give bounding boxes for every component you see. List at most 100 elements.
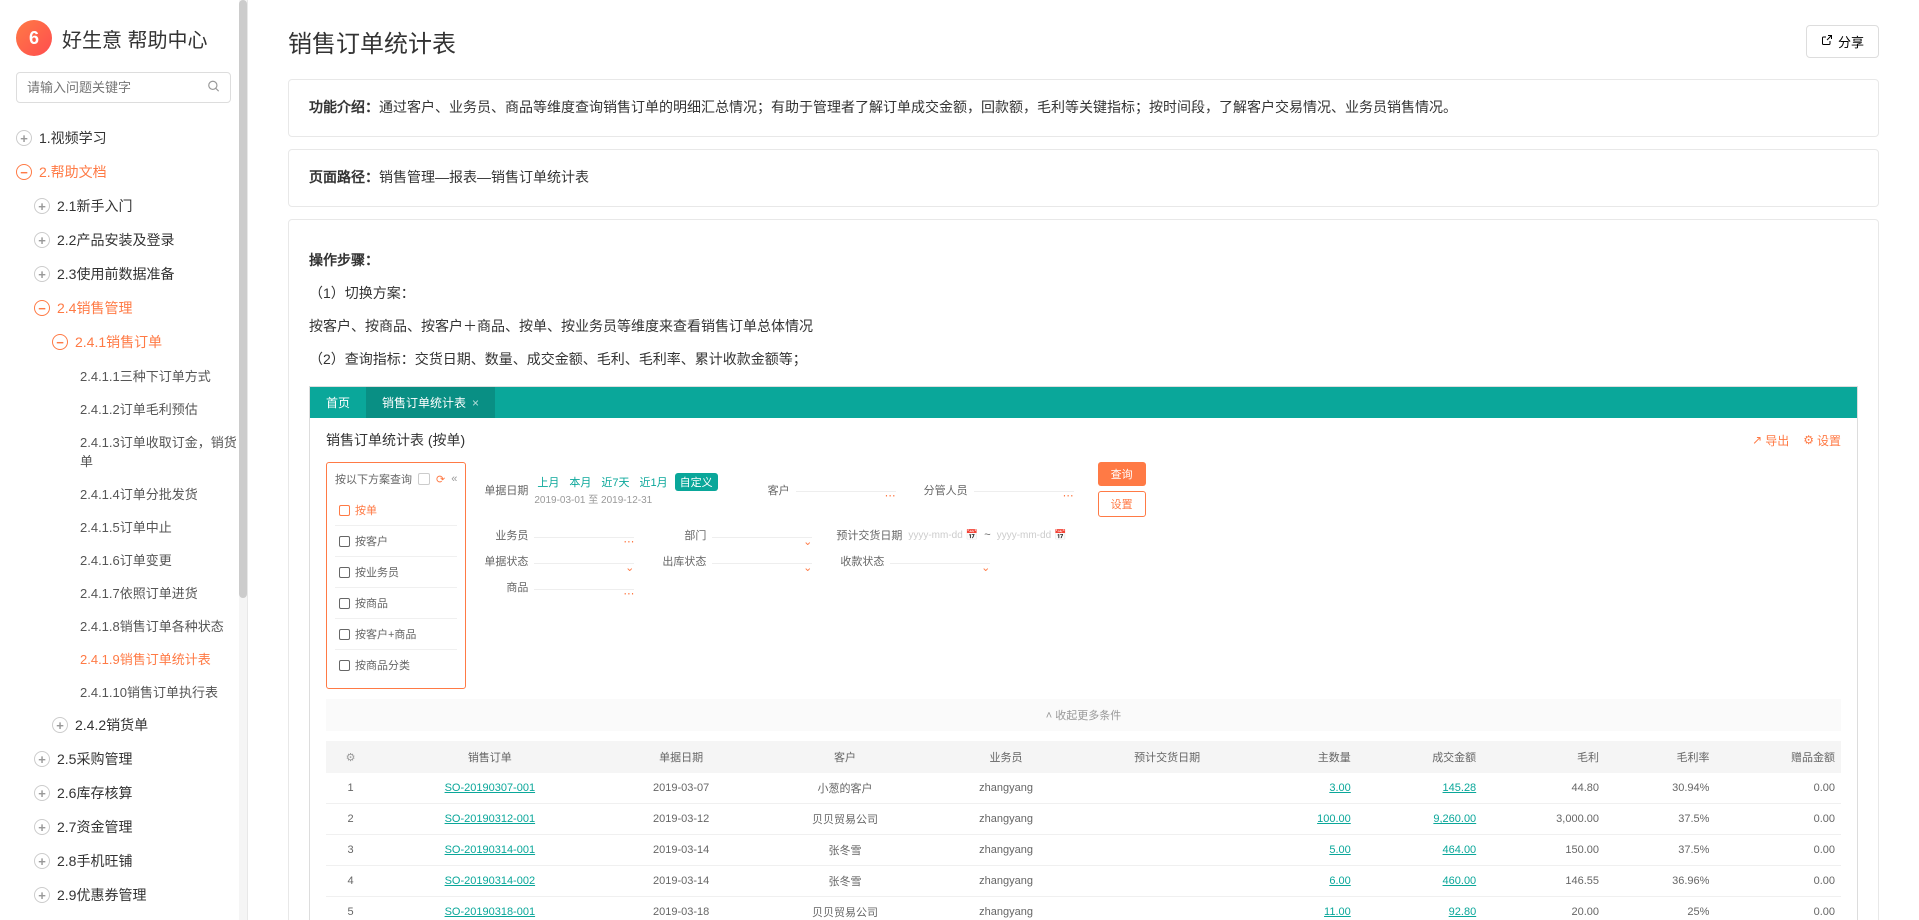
minus-icon[interactable]: − bbox=[52, 334, 68, 350]
f-expect-to[interactable]: yyyy-mm-dd📅 bbox=[997, 530, 1067, 541]
scheme-item[interactable]: 按客户+商品 bbox=[335, 619, 457, 650]
scheme-item[interactable]: 按商品 bbox=[335, 588, 457, 619]
order-link[interactable]: SO-20190314-001 bbox=[375, 835, 605, 866]
order-link[interactable]: SO-20190318-001 bbox=[375, 897, 605, 920]
sidebar-item[interactable]: 2.4.1.6订单变更 bbox=[16, 543, 247, 576]
query-button[interactable]: 查询 bbox=[1098, 462, 1146, 486]
sidebar-item[interactable]: 2.4.1.9销售订单统计表 bbox=[16, 642, 247, 675]
sidebar-item[interactable]: +2.10经营管理 bbox=[16, 912, 247, 920]
minus-icon[interactable]: − bbox=[34, 300, 50, 316]
sidebar-item-label: 2.7资金管理 bbox=[57, 817, 132, 837]
refresh-icon[interactable]: ⟳ bbox=[436, 473, 445, 486]
scheme-icon bbox=[339, 536, 350, 547]
f-expect-from[interactable]: yyyy-mm-dd📅 bbox=[908, 530, 978, 541]
plus-icon[interactable]: + bbox=[34, 232, 50, 248]
scheme-icon bbox=[339, 567, 350, 578]
plus-icon[interactable]: + bbox=[34, 266, 50, 282]
sidebar-item[interactable]: +2.7资金管理 bbox=[16, 810, 247, 844]
close-icon[interactable]: × bbox=[472, 396, 479, 410]
ss-export-button[interactable]: ↗导出 bbox=[1752, 430, 1789, 450]
sidebar-item[interactable]: 2.4.1.4订单分批发货 bbox=[16, 477, 247, 510]
date-btn[interactable]: 上月 bbox=[534, 473, 562, 491]
ss-setting-button[interactable]: ⚙设置 bbox=[1803, 430, 1841, 450]
scheme-panel: 按以下方案查询 ⟳ « 按单按客户按业务员按商品按客户+商品按商品分类 bbox=[326, 462, 466, 689]
table-row: 3SO-20190314-0012019-03-14张冬雪zhangyang5.… bbox=[326, 835, 1841, 866]
sidebar-item[interactable]: +2.6库存核算 bbox=[16, 776, 247, 810]
scheme-item[interactable]: 按商品分类 bbox=[335, 650, 457, 680]
filter-date-label: 单据日期 bbox=[480, 482, 528, 498]
result-table: ⚙销售订单单据日期客户业务员预计交货日期主数量成交金额毛利毛利率赠品金额 1SO… bbox=[326, 741, 1841, 920]
sidebar-item[interactable]: 2.4.1.2订单毛利预估 bbox=[16, 392, 247, 425]
plus-icon[interactable]: + bbox=[16, 130, 32, 146]
sidebar-item-label: 2.帮助文档 bbox=[39, 162, 107, 182]
app-name: 好生意 帮助中心 bbox=[62, 24, 208, 53]
sidebar-item[interactable]: 2.4.1.3订单收取订金，销货单 bbox=[16, 425, 247, 477]
minus-icon[interactable]: − bbox=[16, 164, 32, 180]
f-salesman-input[interactable]: ⋯ bbox=[534, 533, 634, 538]
sidebar-item-label: 2.8手机旺铺 bbox=[57, 851, 132, 871]
ss-tab-home[interactable]: 首页 bbox=[310, 387, 366, 418]
sidebar-item[interactable]: +1.视频学习 bbox=[16, 121, 247, 155]
share-button[interactable]: 分享 bbox=[1806, 25, 1879, 58]
sidebar-item[interactable]: −2.帮助文档 bbox=[16, 155, 247, 189]
sidebar-item[interactable]: +2.4.2销货单 bbox=[16, 708, 247, 742]
sidebar-item[interactable]: +2.5采购管理 bbox=[16, 742, 247, 776]
sidebar-item[interactable]: −2.4.1销售订单 bbox=[16, 325, 247, 359]
plus-icon[interactable]: + bbox=[34, 751, 50, 767]
sidebar-item[interactable]: 2.4.1.8销售订单各种状态 bbox=[16, 609, 247, 642]
page-path-box: 页面路径：销售管理—报表—销售订单统计表 bbox=[288, 149, 1879, 207]
sidebar-item-label: 1.视频学习 bbox=[39, 128, 107, 148]
filter-area: 单据日期 上月 本月 近7天 近1月 自定义 2019 bbox=[480, 462, 1841, 689]
sidebar-item[interactable]: 2.4.1.7依照订单进货 bbox=[16, 576, 247, 609]
search-input[interactable] bbox=[16, 72, 231, 103]
order-link[interactable]: SO-20190307-001 bbox=[375, 773, 605, 804]
sidebar-item[interactable]: +2.9优惠券管理 bbox=[16, 878, 247, 912]
scheme-item[interactable]: 按业务员 bbox=[335, 557, 457, 588]
plus-icon[interactable]: + bbox=[34, 853, 50, 869]
sidebar-item[interactable]: 2.4.1.5订单中止 bbox=[16, 510, 247, 543]
collapse-conditions[interactable]: ˄ 收起更多条件 bbox=[326, 699, 1841, 731]
plus-icon[interactable]: + bbox=[52, 717, 68, 733]
sidebar-item-label: 2.3使用前数据准备 bbox=[57, 264, 174, 284]
search-icon[interactable] bbox=[207, 79, 221, 96]
f-dept-label: 部门 bbox=[658, 527, 706, 543]
date-btn[interactable]: 近1月 bbox=[636, 473, 670, 491]
chevron-down-icon: ⌄ bbox=[803, 561, 812, 574]
sidebar-item[interactable]: +2.3使用前数据准备 bbox=[16, 257, 247, 291]
sidebar-item[interactable]: 2.4.1.10销售订单执行表 bbox=[16, 675, 247, 708]
scheme-icon bbox=[339, 660, 350, 671]
order-link[interactable]: SO-20190312-001 bbox=[375, 804, 605, 835]
sidebar-item-label: 2.4.2销货单 bbox=[75, 715, 148, 735]
order-link[interactable]: SO-20190314-002 bbox=[375, 866, 605, 897]
scheme-item[interactable]: 按单 bbox=[335, 495, 457, 526]
f-outstatus-input[interactable]: ⌄ bbox=[712, 559, 812, 564]
plus-icon[interactable]: + bbox=[34, 819, 50, 835]
sidebar-scrollbar[interactable] bbox=[239, 0, 247, 920]
content-body: 操作步骤： （1）切换方案： 按客户、按商品、按客户＋商品、按单、按业务员等维度… bbox=[288, 219, 1879, 920]
plus-icon[interactable]: + bbox=[34, 887, 50, 903]
sidebar-item[interactable]: +2.2产品安装及登录 bbox=[16, 223, 247, 257]
f-dept-input[interactable]: ⌄ bbox=[712, 533, 812, 538]
plus-icon[interactable]: + bbox=[34, 785, 50, 801]
sidebar-item[interactable]: +2.8手机旺铺 bbox=[16, 844, 247, 878]
gear-icon[interactable]: ⚙ bbox=[326, 741, 375, 773]
f-status-input[interactable]: ⌄ bbox=[534, 559, 634, 564]
ss-tab-report[interactable]: 销售订单统计表× bbox=[366, 387, 495, 418]
plus-icon[interactable]: + bbox=[34, 198, 50, 214]
f-product-input[interactable]: ⋯ bbox=[534, 585, 634, 590]
sidebar-item-label: 2.6库存核算 bbox=[57, 783, 132, 803]
sidebar-item[interactable]: +2.1新手入门 bbox=[16, 189, 247, 223]
f-paystatus-input[interactable]: ⌄ bbox=[890, 559, 990, 564]
date-btn-custom[interactable]: 自定义 bbox=[675, 473, 718, 491]
date-btn[interactable]: 本月 bbox=[566, 473, 594, 491]
sidebar-item[interactable]: −2.4销售管理 bbox=[16, 291, 247, 325]
set-button[interactable]: 设置 bbox=[1098, 491, 1146, 517]
calendar-icon: 📅 bbox=[966, 530, 978, 541]
sidebar-item[interactable]: 2.4.1.1三种下订单方式 bbox=[16, 359, 247, 392]
scheme-item[interactable]: 按客户 bbox=[335, 526, 457, 557]
add-scheme-icon[interactable] bbox=[418, 473, 430, 485]
f-responsible-input[interactable]: ⋯ bbox=[974, 487, 1074, 492]
date-btn[interactable]: 近7天 bbox=[598, 473, 632, 491]
f-customer-input[interactable]: ⋯ bbox=[796, 487, 896, 492]
collapse-icon[interactable]: « bbox=[451, 473, 457, 485]
